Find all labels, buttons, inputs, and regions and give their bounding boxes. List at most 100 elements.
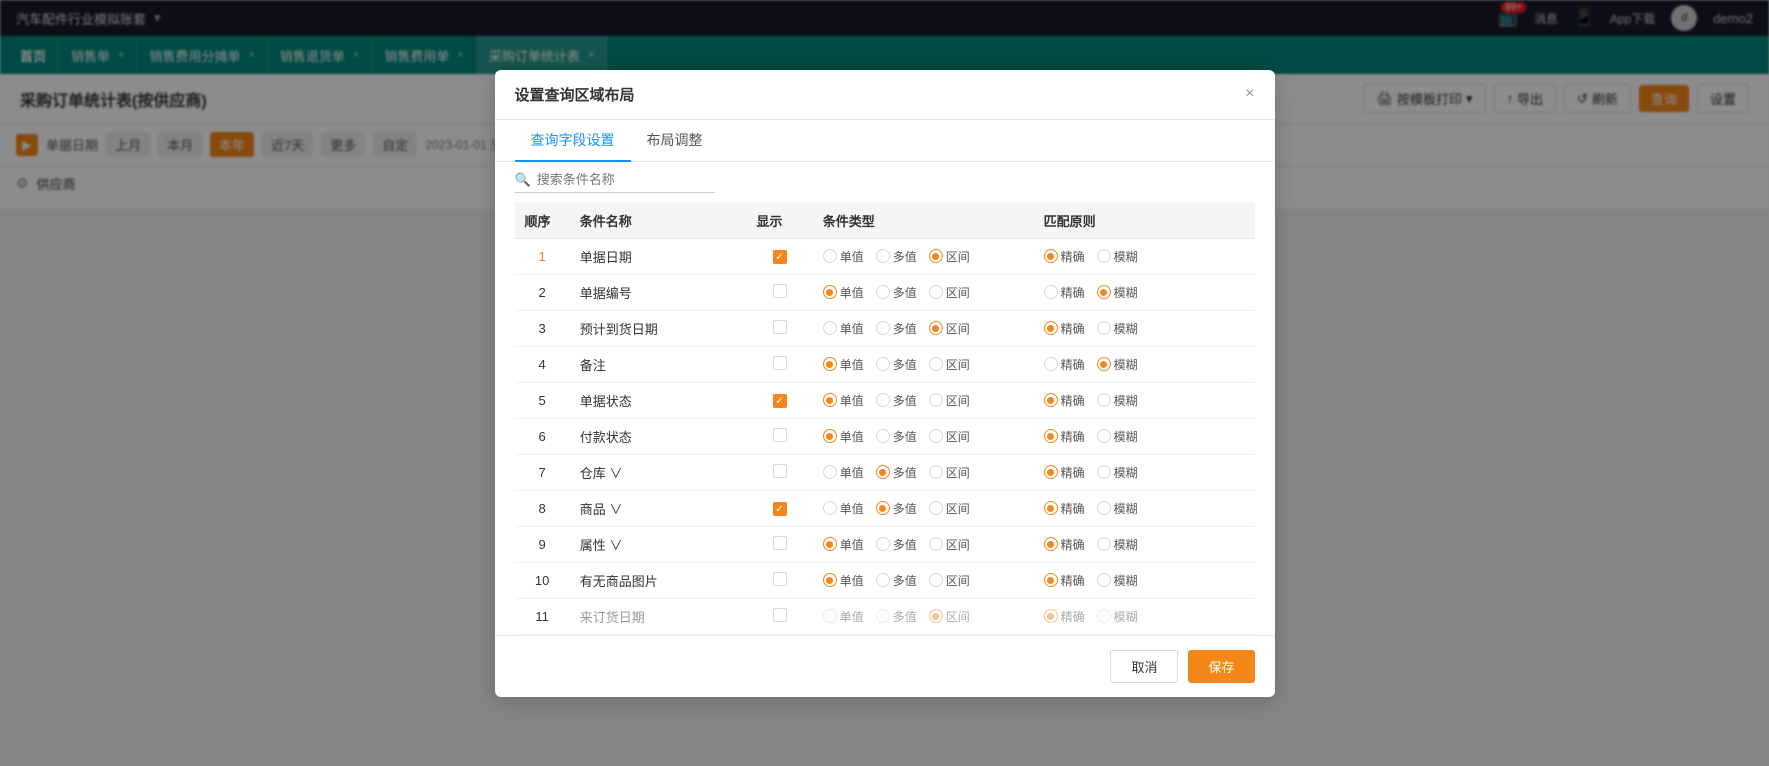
row-match-模糊[interactable]: 模糊 (1097, 392, 1138, 409)
dialog-table-wrap: 顺序 条件名称 显示 条件类型 匹配原则 1单据日期单值多值区间精确模糊2单据编… (495, 203, 1275, 635)
row-display-checkbox[interactable] (773, 394, 787, 408)
row-type-单值[interactable]: 单值 (823, 428, 864, 445)
dialog-search-area: 🔍 (495, 162, 1275, 203)
row-display-checkbox[interactable] (773, 284, 787, 298)
radio-circle (876, 357, 890, 371)
row-match-精确[interactable]: 精确 (1044, 248, 1085, 265)
row-type-区间[interactable]: 区间 (929, 392, 970, 409)
radio-label: 区间 (946, 608, 970, 625)
row-type-单值[interactable]: 单值 (823, 536, 864, 553)
row-display-cell (746, 274, 812, 310)
row-match-精确[interactable]: 精确 (1044, 572, 1085, 589)
dialog-tab-query[interactable]: 查询字段设置 (515, 120, 631, 162)
row-type-cell: 单值多值区间 (813, 382, 1034, 418)
row-name: 商品 ∨ (570, 490, 747, 526)
row-name: 单据编号 (570, 274, 747, 310)
row-type-区间[interactable]: 区间 (929, 284, 970, 301)
row-match-模糊[interactable]: 模糊 (1097, 464, 1138, 481)
row-match-精确[interactable]: 精确 (1044, 536, 1085, 553)
row-display-checkbox[interactable] (773, 250, 787, 264)
row-type-单值[interactable]: 单值 (823, 464, 864, 481)
row-type-单值[interactable]: 单值 (823, 248, 864, 265)
row-match-模糊[interactable]: 模糊 (1097, 248, 1138, 265)
radio-label: 多值 (893, 500, 917, 517)
row-type-单值[interactable]: 单值 (823, 608, 864, 625)
row-match-精确[interactable]: 精确 (1044, 284, 1085, 301)
row-type-多值[interactable]: 多值 (876, 356, 917, 373)
radio-circle (876, 249, 890, 263)
row-type-多值[interactable]: 多值 (876, 500, 917, 517)
row-match-模糊[interactable]: 模糊 (1097, 572, 1138, 589)
dialog-tab-layout[interactable]: 布局调整 (631, 120, 719, 162)
radio-label: 多值 (893, 572, 917, 589)
radio-circle (823, 573, 837, 587)
row-display-checkbox[interactable] (773, 464, 787, 478)
radio-circle (1097, 501, 1111, 515)
save-btn[interactable]: 保存 (1188, 650, 1254, 683)
row-type-区间[interactable]: 区间 (929, 356, 970, 373)
row-type-单值[interactable]: 单值 (823, 500, 864, 517)
row-type-区间[interactable]: 区间 (929, 428, 970, 445)
row-match-精确[interactable]: 精确 (1044, 464, 1085, 481)
row-match-精确[interactable]: 精确 (1044, 356, 1085, 373)
radio-label: 区间 (946, 356, 970, 373)
row-type-区间[interactable]: 区间 (929, 608, 970, 625)
row-type-区间[interactable]: 区间 (929, 320, 970, 337)
radio-label: 单值 (840, 572, 864, 589)
row-type-多值[interactable]: 多值 (876, 284, 917, 301)
row-type-多值[interactable]: 多值 (876, 608, 917, 625)
row-match-cell: 精确模糊 (1034, 562, 1255, 598)
cancel-btn[interactable]: 取消 (1110, 650, 1178, 683)
row-type-多值[interactable]: 多值 (876, 392, 917, 409)
row-match-模糊[interactable]: 模糊 (1097, 428, 1138, 445)
row-match-模糊[interactable]: 模糊 (1097, 320, 1138, 337)
row-match-精确[interactable]: 精确 (1044, 392, 1085, 409)
row-type-多值[interactable]: 多值 (876, 572, 917, 589)
radio-circle (823, 321, 837, 335)
row-type-单值[interactable]: 单值 (823, 392, 864, 409)
row-name: 来订货日期 (570, 598, 747, 634)
radio-label: 单值 (840, 608, 864, 625)
row-display-checkbox[interactable] (773, 608, 787, 622)
row-type-区间[interactable]: 区间 (929, 572, 970, 589)
row-match-精确[interactable]: 精确 (1044, 500, 1085, 517)
table-row: 10有无商品图片单值多值区间精确模糊 (515, 562, 1255, 598)
row-type-单值[interactable]: 单值 (823, 356, 864, 373)
row-type-多值[interactable]: 多值 (876, 248, 917, 265)
row-type-单值[interactable]: 单值 (823, 284, 864, 301)
row-match-精确[interactable]: 精确 (1044, 320, 1085, 337)
row-type-多值[interactable]: 多值 (876, 428, 917, 445)
row-match-模糊[interactable]: 模糊 (1097, 356, 1138, 373)
row-type-多值[interactable]: 多值 (876, 536, 917, 553)
radio-label: 单值 (840, 284, 864, 301)
row-name: 预计到货日期 (570, 310, 747, 346)
row-type-cell: 单值多值区间 (813, 238, 1034, 274)
row-display-checkbox[interactable] (773, 320, 787, 334)
search-input[interactable] (537, 172, 715, 187)
row-display-checkbox[interactable] (773, 572, 787, 586)
radio-label: 模糊 (1114, 536, 1138, 553)
row-type-多值[interactable]: 多值 (876, 464, 917, 481)
row-match-精确[interactable]: 精确 (1044, 608, 1085, 625)
row-match-模糊[interactable]: 模糊 (1097, 608, 1138, 625)
row-match-模糊[interactable]: 模糊 (1097, 284, 1138, 301)
radio-circle (876, 501, 890, 515)
row-display-checkbox[interactable] (773, 428, 787, 442)
row-type-单值[interactable]: 单值 (823, 572, 864, 589)
row-type-区间[interactable]: 区间 (929, 248, 970, 265)
row-display-checkbox[interactable] (773, 502, 787, 516)
radio-circle (1097, 429, 1111, 443)
row-display-checkbox[interactable] (773, 356, 787, 370)
row-type-多值[interactable]: 多值 (876, 320, 917, 337)
row-type-单值[interactable]: 单值 (823, 320, 864, 337)
row-match-精确[interactable]: 精确 (1044, 428, 1085, 445)
row-type-区间[interactable]: 区间 (929, 464, 970, 481)
row-match-cell: 精确模糊 (1034, 598, 1255, 634)
dialog-close-btn[interactable]: × (1245, 85, 1254, 103)
row-type-区间[interactable]: 区间 (929, 500, 970, 517)
row-display-checkbox[interactable] (773, 536, 787, 550)
radio-label: 精确 (1061, 608, 1085, 625)
row-type-区间[interactable]: 区间 (929, 536, 970, 553)
row-match-模糊[interactable]: 模糊 (1097, 500, 1138, 517)
row-match-模糊[interactable]: 模糊 (1097, 536, 1138, 553)
